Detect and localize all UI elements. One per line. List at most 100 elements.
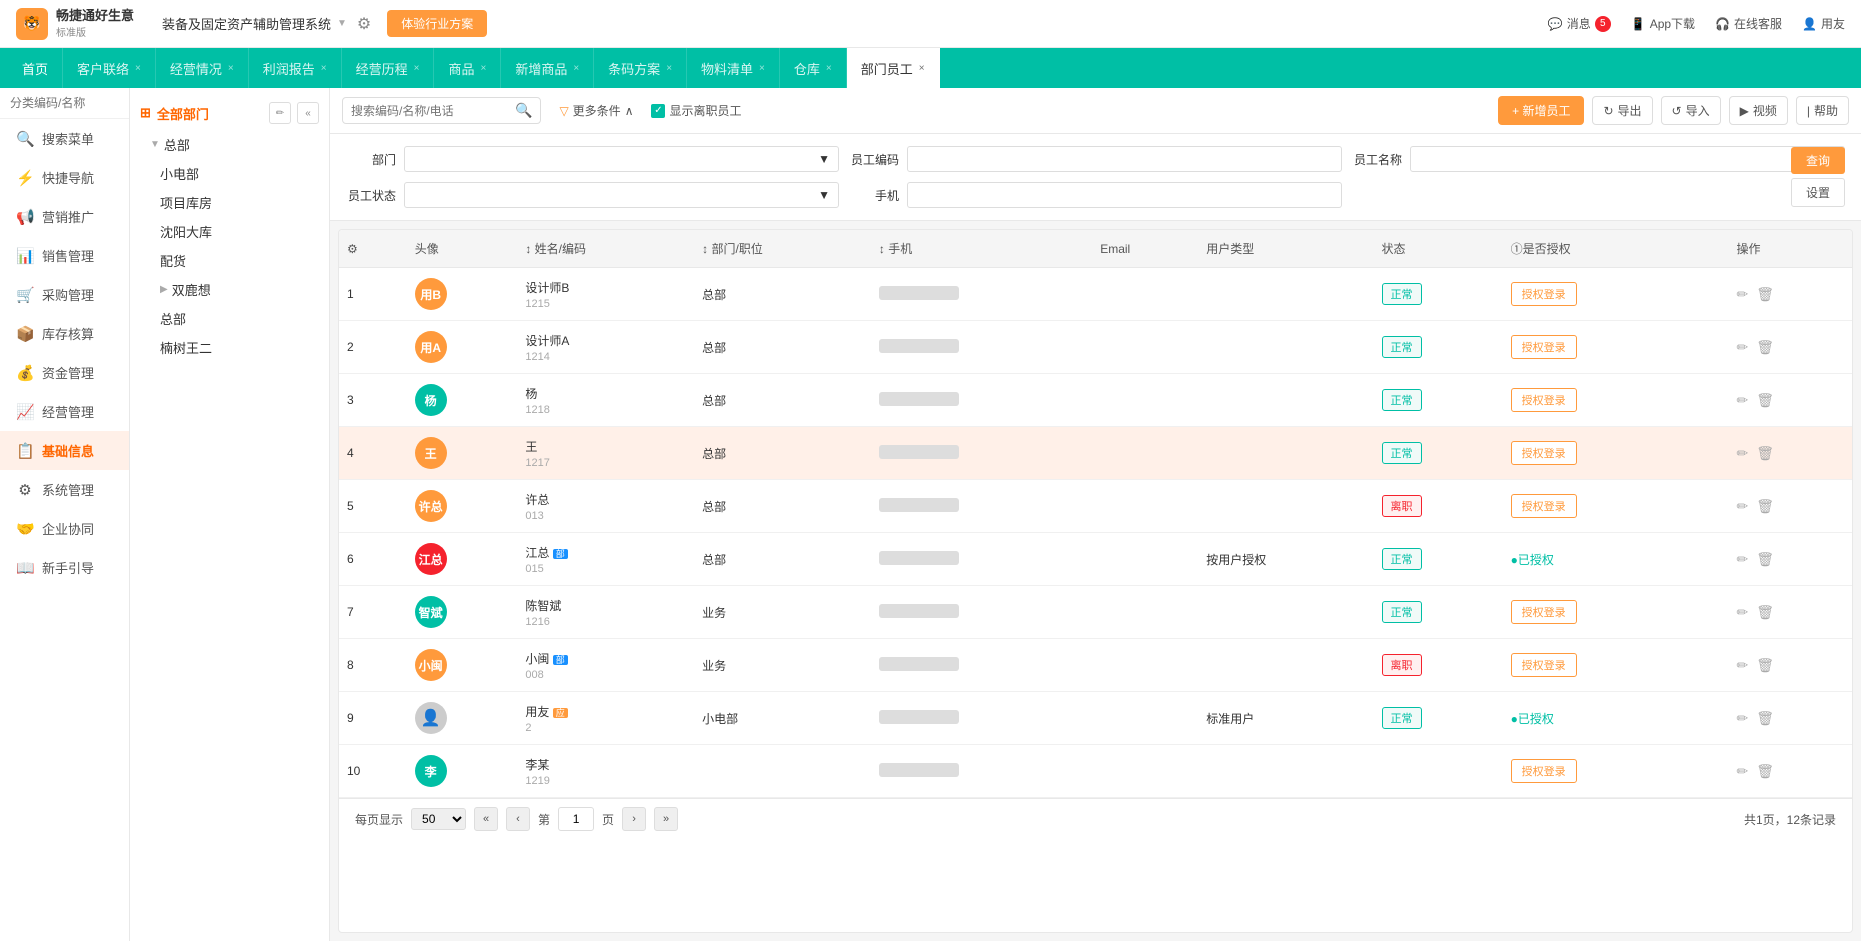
close-tab-icon[interactable]: × [321, 63, 327, 74]
nav-item-purchase[interactable]: 🛒 采购管理 [0, 275, 129, 314]
delete-icon[interactable]: 🗑 [1756, 286, 1774, 303]
row-auth[interactable]: 授权登录 [1503, 427, 1692, 480]
dept-item-small-elec[interactable]: 小电部 [140, 159, 329, 188]
more-filter-button[interactable]: ▽ 更多条件 ∧ [551, 98, 641, 123]
message-button[interactable]: 💬 消息 5 [1548, 15, 1611, 32]
edit-icon[interactable]: ✏ [1737, 657, 1749, 674]
settings-button[interactable]: ⚙ [357, 14, 371, 34]
col-settings[interactable]: ⚙ [339, 230, 407, 268]
nav-item-quick[interactable]: ⚡ 快捷导航 [0, 158, 129, 197]
tab-barcode[interactable]: 条码方案 × [594, 48, 687, 88]
row-auth[interactable]: 授权登录 [1503, 321, 1692, 374]
row-auth[interactable]: ●已授权 [1503, 692, 1692, 745]
status-filter-select[interactable]: ▼ [404, 182, 839, 208]
set-button[interactable]: 设置 [1791, 178, 1845, 207]
next-page-button[interactable]: › [622, 807, 646, 831]
edit-icon[interactable]: ✏ [1737, 339, 1749, 356]
tab-history[interactable]: 经营历程 × [342, 48, 435, 88]
delete-icon[interactable]: 🗑 [1756, 339, 1774, 356]
edit-icon[interactable]: ✏ [1737, 445, 1749, 462]
tab-operations[interactable]: 经营情况 × [156, 48, 249, 88]
view-button[interactable]: ▶ 视频 [1729, 96, 1788, 125]
tab-add-goods[interactable]: 新增商品 × [501, 48, 594, 88]
nav-item-operation[interactable]: 📈 经营管理 [0, 392, 129, 431]
col-name[interactable]: ↕ 姓名/编码 [517, 230, 694, 268]
edit-icon[interactable]: ✏ [1737, 392, 1749, 409]
row-auth[interactable]: 授权登录 [1503, 480, 1692, 533]
nav-item-sales[interactable]: 📊 销售管理 [0, 236, 129, 275]
close-tab-icon[interactable]: × [228, 63, 234, 74]
per-page-select[interactable]: 50 100 [411, 808, 466, 830]
last-page-button[interactable]: » [654, 807, 678, 831]
search-input[interactable] [351, 104, 511, 118]
import-button[interactable]: ↺ 导入 [1661, 96, 1721, 125]
edit-icon[interactable]: ✏ [1737, 286, 1749, 303]
auth-button[interactable]: 授权登录 [1511, 335, 1577, 359]
online-service-button[interactable]: 🎧 在线客服 [1715, 15, 1782, 32]
delete-icon[interactable]: 🗑 [1756, 604, 1774, 621]
close-tab-icon[interactable]: × [480, 63, 486, 74]
edit-icon[interactable]: ✏ [1737, 710, 1749, 727]
delete-icon[interactable]: 🗑 [1756, 763, 1774, 780]
help-button[interactable]: | 帮助 [1796, 96, 1849, 125]
export-button[interactable]: ↻ 导出 [1592, 96, 1652, 125]
dept-edit-button[interactable]: ✏ [269, 102, 291, 124]
col-dept[interactable]: ↕ 部门/职位 [694, 230, 871, 268]
dept-item-delivery[interactable]: 配货 [140, 246, 329, 275]
dept-item-project[interactable]: 项目库房 [140, 188, 329, 217]
delete-icon[interactable]: 🗑 [1756, 710, 1774, 727]
prev-page-button[interactable]: ‹ [506, 807, 530, 831]
row-auth[interactable]: ●已授权 [1503, 533, 1692, 586]
employee-code-input[interactable] [907, 146, 1342, 172]
tab-goods[interactable]: 商品 × [434, 48, 501, 88]
tab-dept-staff[interactable]: 部门员工 × [847, 48, 940, 88]
app-download-button[interactable]: 📱 App下载 [1631, 15, 1695, 32]
row-auth[interactable]: 授权登录 [1503, 374, 1692, 427]
dept-item-shenyang[interactable]: 沈阳大库 [140, 217, 329, 246]
user-menu[interactable]: 👤 用友 [1802, 15, 1845, 32]
delete-icon[interactable]: 🗑 [1756, 657, 1774, 674]
nav-item-finance[interactable]: 💰 资金管理 [0, 353, 129, 392]
row-auth[interactable]: 授权登录 [1503, 745, 1692, 798]
tab-bom[interactable]: 物料清单 × [687, 48, 780, 88]
auth-button[interactable]: 授权登录 [1511, 388, 1577, 412]
dept-item-shuanglu[interactable]: ▶ 双鹿想 [140, 275, 329, 304]
tab-home[interactable]: 首页 [8, 48, 63, 88]
tab-customer[interactable]: 客户联络 × [63, 48, 156, 88]
phone-input[interactable] [907, 182, 1342, 208]
delete-icon[interactable]: 🗑 [1756, 551, 1774, 568]
auth-button[interactable]: 授权登录 [1511, 759, 1577, 783]
dept-item-nan[interactable]: 楠树王二 [140, 333, 329, 362]
edit-icon[interactable]: ✏ [1737, 604, 1749, 621]
dept-item-headquarters[interactable]: ▼ 总部 [140, 130, 329, 159]
show-resigned-checkbox[interactable]: ✓ 显示离职员工 [651, 102, 741, 119]
nav-item-marketing[interactable]: 📢 营销推广 [0, 197, 129, 236]
dropdown-arrow-icon[interactable]: ▼ [337, 18, 347, 29]
close-tab-icon[interactable]: × [666, 63, 672, 74]
employee-name-input[interactable] [1410, 146, 1845, 172]
close-tab-icon[interactable]: × [759, 63, 765, 74]
delete-icon[interactable]: 🗑 [1756, 445, 1774, 462]
trial-button[interactable]: 体验行业方案 [387, 10, 487, 37]
nav-search-input[interactable] [10, 96, 130, 110]
nav-item-collab[interactable]: 🤝 企业协同 [0, 509, 129, 548]
nav-item-guide[interactable]: 📖 新手引导 [0, 548, 129, 587]
auth-button[interactable]: 授权登录 [1511, 653, 1577, 677]
nav-item-basic[interactable]: 📋 基础信息 [0, 431, 129, 470]
row-auth[interactable]: 授权登录 [1503, 586, 1692, 639]
close-tab-icon[interactable]: × [135, 63, 141, 74]
add-employee-button[interactable]: + 新增员工 [1498, 96, 1584, 125]
auth-button[interactable]: 授权登录 [1511, 282, 1577, 306]
edit-icon[interactable]: ✏ [1737, 763, 1749, 780]
tab-profit[interactable]: 利润报告 × [249, 48, 342, 88]
auth-button[interactable]: 授权登录 [1511, 600, 1577, 624]
close-tab-active-icon[interactable]: × [919, 63, 925, 74]
query-button[interactable]: 查询 [1791, 147, 1845, 174]
edit-icon[interactable]: ✏ [1737, 551, 1749, 568]
delete-icon[interactable]: 🗑 [1756, 498, 1774, 515]
dept-item-hq[interactable]: 总部 [140, 304, 329, 333]
row-auth[interactable]: 授权登录 [1503, 639, 1692, 692]
edit-icon[interactable]: ✏ [1737, 498, 1749, 515]
auth-button[interactable]: 授权登录 [1511, 494, 1577, 518]
page-number-input[interactable] [558, 807, 594, 831]
